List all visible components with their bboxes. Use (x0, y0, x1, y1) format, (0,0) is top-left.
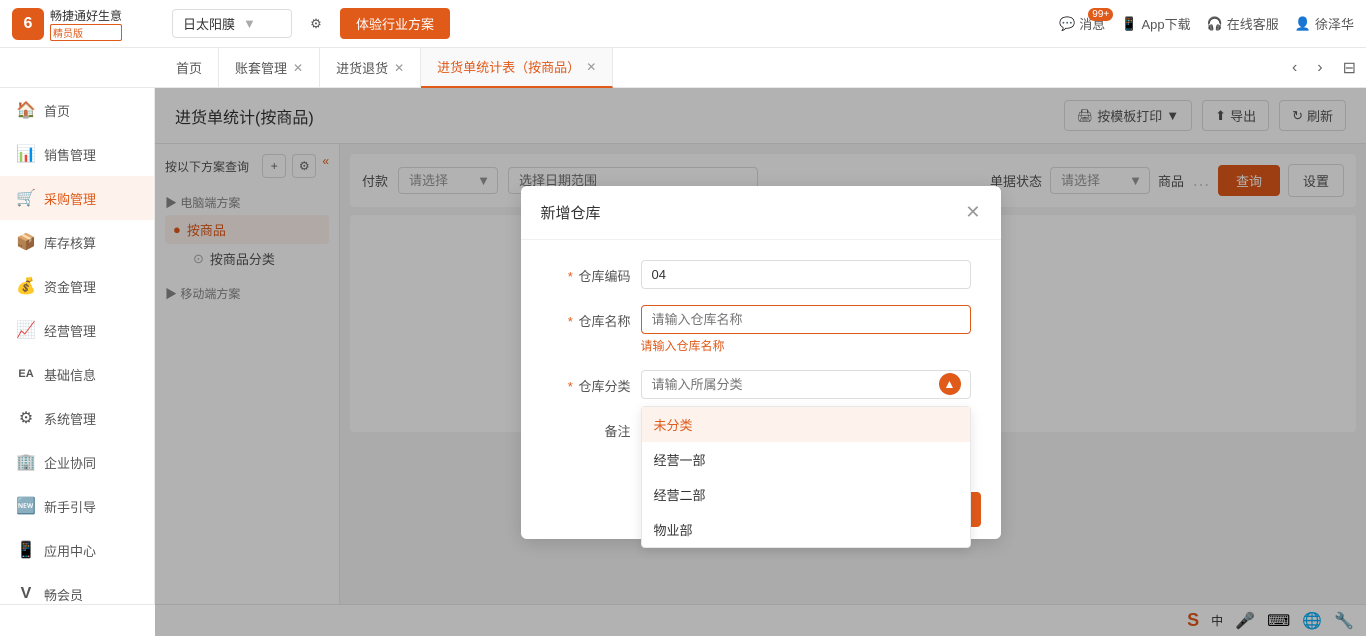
dropdown-option-op2[interactable]: 经营二部 (642, 477, 970, 512)
category-dropdown-arrow[interactable]: ▲ (939, 373, 961, 395)
enterprise-icon: 🏢 (16, 452, 36, 472)
purchase-icon: 🛒 (16, 188, 36, 208)
code-input[interactable] (641, 260, 971, 289)
tab-next-button[interactable]: › (1307, 48, 1332, 88)
tab-close-purchase-return[interactable]: ✕ (394, 61, 404, 75)
store-dropdown-arrow: ▼ (243, 16, 256, 31)
dropdown-option-unclassified[interactable]: 未分类 (642, 407, 970, 442)
headset-icon: 🎧 (1207, 16, 1223, 32)
category-field: ▲ 未分类 经营一部 经营二部 物业部 (641, 370, 971, 399)
code-label: * 仓库编码 (551, 260, 631, 285)
modal-body: * 仓库编码 * 仓库名称 (521, 240, 1001, 480)
sidebar-item-system[interactable]: ⚙ 系统管理 (0, 396, 154, 440)
dropdown-option-property[interactable]: 物业部 (642, 512, 970, 547)
store-selector[interactable]: 日太阳膜 ▼ (172, 9, 292, 38)
sidebar-item-basic[interactable]: EA 基础信息 (0, 352, 154, 396)
sidebar-item-newbie[interactable]: 🆕 新手引导 (0, 484, 154, 528)
form-row-name: * 仓库名称 请输入仓库名称 (551, 305, 971, 354)
sidebar-item-purchase[interactable]: 🛒 采购管理 (0, 176, 154, 220)
name-label: * 仓库名称 (551, 305, 631, 330)
tab-menu-button[interactable]: ⊟ (1333, 48, 1366, 88)
sidebar-item-home[interactable]: 🏠 首页 (0, 88, 154, 132)
app-download-button[interactable]: 📱 App下载 (1121, 14, 1190, 33)
user-profile-button[interactable]: 👤 徐泽华 (1295, 14, 1354, 33)
phone-icon: 📱 (1121, 16, 1137, 32)
modal-title: 新增仓库 (541, 202, 601, 223)
sidebar: 🏠 首页 📊 销售管理 🛒 采购管理 📦 库存核算 💰 资金管理 📈 经营管理 … (0, 88, 155, 636)
home-icon: 🏠 (16, 100, 36, 120)
category-dropdown-list: 未分类 经营一部 经营二部 物业部 (641, 406, 971, 548)
content-area: 进货单统计(按商品) 🖨 按模板打印 ▼ ⬆ 导出 ↻ 刷新 (155, 88, 1366, 636)
vip-icon: V (16, 584, 36, 604)
basic-icon: EA (16, 364, 36, 384)
modal-close-button[interactable]: ✕ (965, 202, 980, 223)
name-field: 请输入仓库名称 (641, 305, 971, 354)
dropdown-option-op1[interactable]: 经营一部 (642, 442, 970, 477)
finance-icon: 💰 (16, 276, 36, 296)
form-row-category: * 仓库分类 ▲ 未分类 经营一部 经营二部 物业部 (551, 370, 971, 399)
sidebar-item-sales[interactable]: 📊 销售管理 (0, 132, 154, 176)
logo-icon: 6 (12, 8, 44, 40)
form-row-code: * 仓库编码 (551, 260, 971, 289)
message-icon: 💬 (1059, 16, 1075, 32)
tab-home[interactable]: 首页 (160, 48, 219, 88)
messages-button[interactable]: 💬 消息 99+ (1059, 14, 1105, 33)
tab-prev-button[interactable]: ‹ (1282, 48, 1307, 88)
name-error-msg: 请输入仓库名称 (641, 337, 971, 354)
operation-icon: 📈 (16, 320, 36, 340)
tab-account[interactable]: 账套管理 ✕ (219, 48, 320, 88)
tab-purchase-stats[interactable]: 进货单统计表（按商品） ✕ (421, 48, 613, 88)
tab-controls: ‹ › ⊟ (1282, 48, 1366, 88)
name-input[interactable] (641, 305, 971, 334)
note-label: 备注 (551, 415, 631, 440)
category-label: * 仓库分类 (551, 370, 631, 395)
header-actions: 💬 消息 99+ 📱 App下载 🎧 在线客服 👤 徐泽华 (1059, 14, 1354, 33)
sidebar-item-finance[interactable]: 💰 资金管理 (0, 264, 154, 308)
modal-header: 新增仓库 ✕ (521, 186, 1001, 240)
settings-icon[interactable]: ⚙ (302, 10, 330, 38)
sales-icon: 📊 (16, 144, 36, 164)
logo-text: 畅捷通好生意 精员版 (50, 7, 122, 41)
tab-bar: 首页 账套管理 ✕ 进货退货 ✕ 进货单统计表（按商品） ✕ ‹ › ⊟ (0, 48, 1366, 88)
system-icon: ⚙ (16, 408, 36, 428)
tab-close-account[interactable]: ✕ (293, 61, 303, 75)
sidebar-item-appcenter[interactable]: 📱 应用中心 (0, 528, 154, 572)
inventory-icon: 📦 (16, 232, 36, 252)
tab-purchase-return[interactable]: 进货退货 ✕ (320, 48, 421, 88)
code-field (641, 260, 971, 289)
add-warehouse-modal: 新增仓库 ✕ * 仓库编码 (521, 186, 1001, 539)
sidebar-item-enterprise[interactable]: 🏢 企业协同 (0, 440, 154, 484)
logo-area: 6 畅捷通好生意 精员版 (12, 7, 162, 41)
main-layout: 🏠 首页 📊 销售管理 🛒 采购管理 📦 库存核算 💰 资金管理 📈 经营管理 … (0, 88, 1366, 636)
avatar-icon: 👤 (1295, 16, 1311, 32)
top-header: 6 畅捷通好生意 精员版 日太阳膜 ▼ ⚙ 体验行业方案 💬 消息 99+ 📱 … (0, 0, 1366, 48)
category-input[interactable] (641, 370, 971, 399)
customer-service-button[interactable]: 🎧 在线客服 (1207, 14, 1279, 33)
modal-backdrop: 新增仓库 ✕ * 仓库编码 (155, 88, 1366, 636)
trial-button[interactable]: 体验行业方案 (340, 8, 450, 39)
tab-close-purchase-stats[interactable]: ✕ (586, 60, 596, 74)
sidebar-item-inventory[interactable]: 📦 库存核算 (0, 220, 154, 264)
sidebar-item-operation[interactable]: 📈 经营管理 (0, 308, 154, 352)
newbie-icon: 🆕 (16, 496, 36, 516)
appcenter-icon: 📱 (16, 540, 36, 560)
